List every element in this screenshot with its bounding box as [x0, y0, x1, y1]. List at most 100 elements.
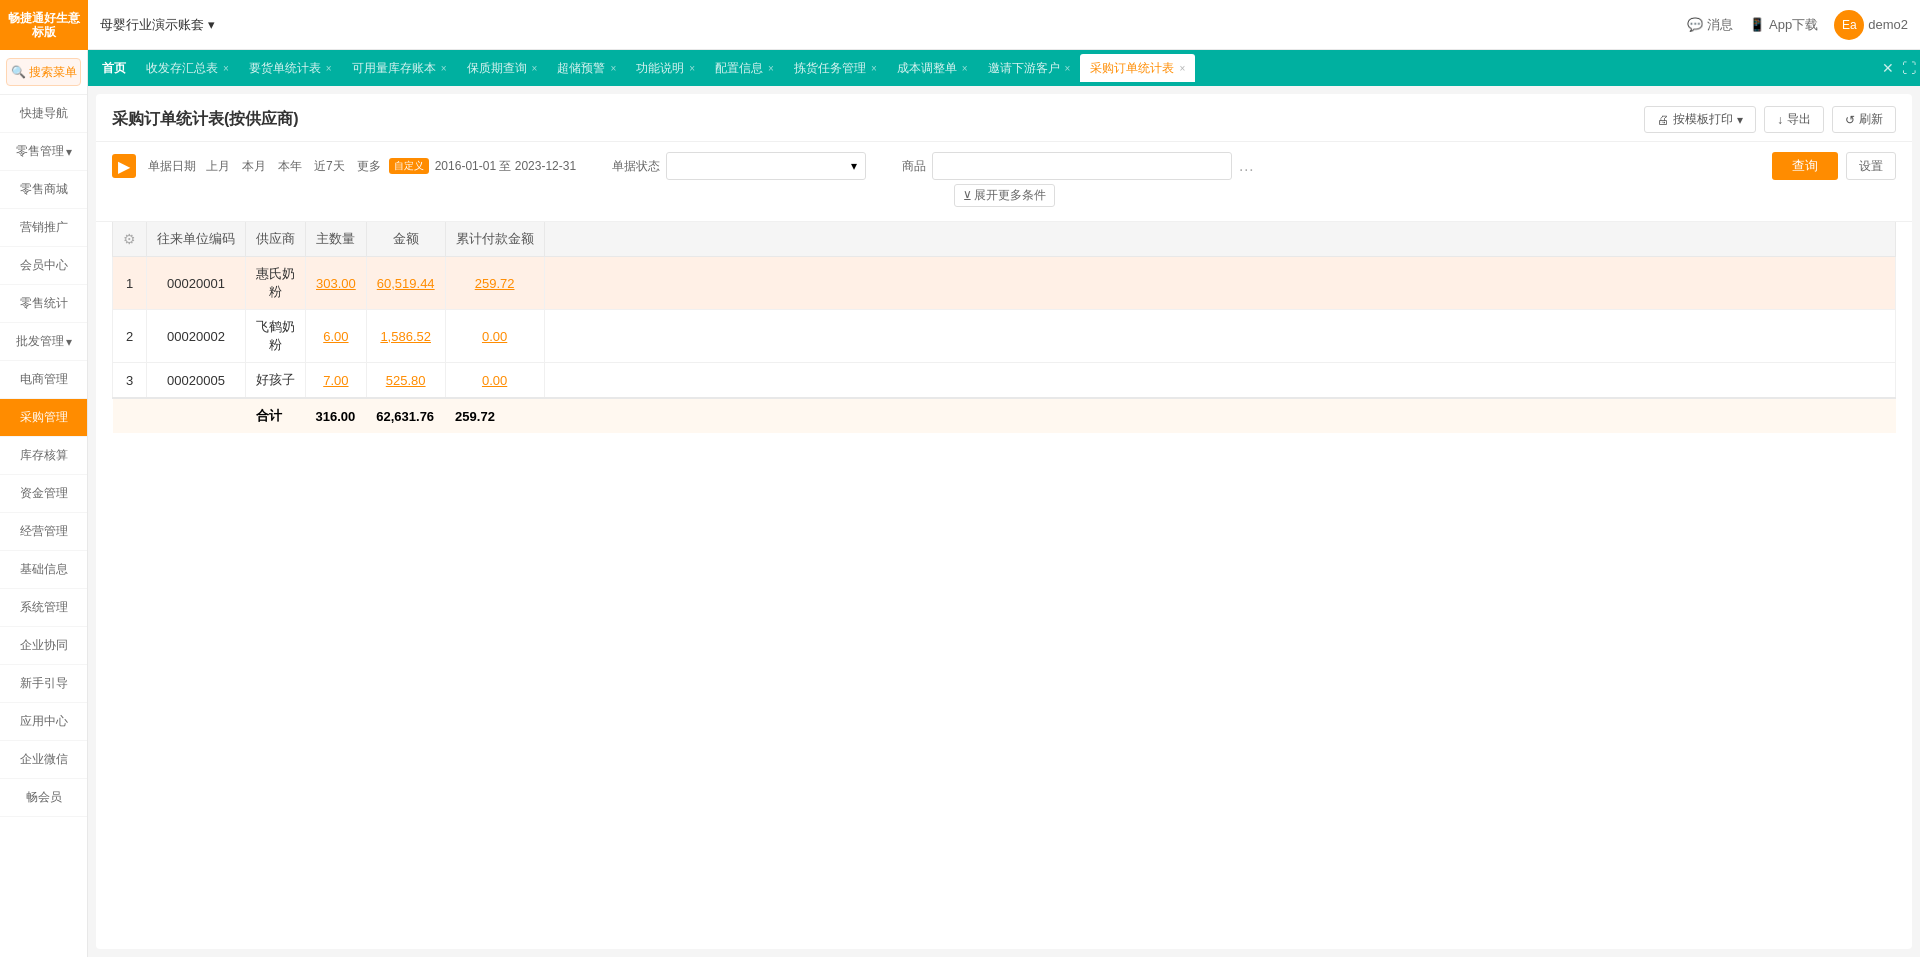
row-paid: 0.00	[445, 363, 544, 399]
expand-more-button[interactable]: ⊻ 展开更多条件	[954, 184, 1055, 207]
tab-home[interactable]: 首页	[92, 54, 136, 82]
print-button[interactable]: 🖨 按模板打印 ▾	[1644, 106, 1756, 133]
table-col-gear[interactable]: ⚙	[113, 222, 147, 257]
table-row[interactable]: 1 00020001 惠氏奶粉 303.00 60,519.44 259.72	[113, 257, 1896, 310]
tab-invite-downstream[interactable]: 邀请下游客户 ×	[978, 54, 1081, 82]
goods-more-icon[interactable]: …	[1238, 157, 1254, 175]
sidebar-item-purchase-mgmt[interactable]: 采购管理	[0, 399, 87, 437]
sidebar-item-retail-mall[interactable]: 零售商城	[0, 171, 87, 209]
tab-cost-adjust[interactable]: 成本调整单 ×	[887, 54, 978, 82]
tab-close-icon8[interactable]: ×	[871, 63, 877, 74]
tab-available-inventory[interactable]: 可用量库存账本 ×	[342, 54, 457, 82]
sidebar-item-wholesale-mgmt[interactable]: 批发管理▾	[0, 323, 87, 361]
table-row[interactable]: 3 00020005 好孩子 7.00 525.80 0.00	[113, 363, 1896, 399]
tab-close-icon7[interactable]: ×	[768, 63, 774, 74]
status-select[interactable]: ▾	[666, 152, 866, 180]
row-paid: 0.00	[445, 310, 544, 363]
table-col-quantity: 主数量	[306, 222, 367, 257]
sidebar-item-member[interactable]: 畅会员	[0, 779, 87, 817]
shortcut-this-month[interactable]: 本月	[238, 156, 270, 177]
table-body: 1 00020001 惠氏奶粉 303.00 60,519.44 259.72 …	[113, 257, 1896, 399]
page: 采购订单统计表(按供应商) 🖨 按模板打印 ▾ ↓ 导出 ↺ 刷新	[96, 94, 1912, 949]
date-shortcuts: 上月 本月 本年 近7天 更多 自定义	[202, 156, 429, 177]
tab-close-icon2[interactable]: ×	[326, 63, 332, 74]
goods-input[interactable]	[932, 152, 1232, 180]
setting-button[interactable]: 设置	[1846, 152, 1896, 180]
row-code: 00020002	[147, 310, 246, 363]
sidebar-item-retail-mgmt[interactable]: 零售管理▾	[0, 133, 87, 171]
sidebar-item-retail-stats[interactable]: 零售统计	[0, 285, 87, 323]
content-area: 采购订单统计表(按供应商) 🖨 按模板打印 ▾ ↓ 导出 ↺ 刷新	[88, 86, 1920, 957]
workspace-selector[interactable]: 母婴行业演示账套 ▾	[100, 16, 215, 34]
main-area: 母婴行业演示账套 ▾ 💬 消息 📱 App下载 Ea demo2 首页	[88, 0, 1920, 957]
shortcut-last-month[interactable]: 上月	[202, 156, 234, 177]
shortcut-more[interactable]: 更多	[353, 156, 385, 177]
message-icon: 💬	[1687, 17, 1703, 32]
tab-close-icon4[interactable]: ×	[532, 63, 538, 74]
sidebar-item-operations[interactable]: 经营管理	[0, 513, 87, 551]
sidebar-item-marketing[interactable]: 营销推广	[0, 209, 87, 247]
sidebar-item-system-mgmt[interactable]: 系统管理	[0, 589, 87, 627]
shortcut-this-year[interactable]: 本年	[274, 156, 306, 177]
tab-function-desc[interactable]: 功能说明 ×	[626, 54, 705, 82]
sidebar-item-enterprise-wechat[interactable]: 企业微信	[0, 741, 87, 779]
sidebar-item-ecommerce[interactable]: 电商管理	[0, 361, 87, 399]
row-amount: 1,586.52	[366, 310, 445, 363]
row-quantity: 7.00	[306, 363, 367, 399]
expand-more-area: ⊻ 展开更多条件	[112, 180, 1896, 211]
tab-close-icon3[interactable]: ×	[441, 63, 447, 74]
topbar-left: 母婴行业演示账套 ▾	[100, 16, 215, 34]
gear-icon[interactable]: ⚙	[123, 231, 136, 247]
table-col-extra	[544, 222, 1895, 257]
tabbar: 首页 收发存汇总表 × 要货单统计表 × 可用量库存账本 × 保质期查询 × 超…	[88, 50, 1920, 86]
query-button[interactable]: 查询	[1772, 152, 1838, 180]
tab-close-all-icon[interactable]: ✕	[1882, 60, 1894, 76]
search-icon: 🔍	[11, 65, 26, 79]
message-button[interactable]: 💬 消息	[1687, 16, 1733, 34]
table-container: ⚙ 往来单位编码 供应商 主数量 金额 累计付款金额 1	[96, 222, 1912, 949]
filter-toggle-button[interactable]: ▶	[112, 154, 136, 178]
user-avatar-area[interactable]: Ea demo2	[1834, 10, 1908, 40]
tab-config-info[interactable]: 配置信息 ×	[705, 54, 784, 82]
sidebar-item-basic-info[interactable]: 基础信息	[0, 551, 87, 589]
sidebar-item-quick-nav[interactable]: 快捷导航	[0, 95, 87, 133]
refresh-button[interactable]: ↺ 刷新	[1832, 106, 1896, 133]
sidebar: 畅捷通好生意标版 🔍 搜索菜单 快捷导航 零售管理▾ 零售商城 营销推广 会员中…	[0, 0, 88, 957]
tab-close-icon9[interactable]: ×	[962, 63, 968, 74]
shortcut-7days[interactable]: 近7天	[310, 156, 349, 177]
tab-close-icon10[interactable]: ×	[1065, 63, 1071, 74]
table-col-paid: 累计付款金额	[445, 222, 544, 257]
tab-close-icon11[interactable]: ×	[1179, 63, 1185, 74]
sidebar-item-enterprise-collab[interactable]: 企业协同	[0, 627, 87, 665]
sidebar-item-app-center[interactable]: 应用中心	[0, 703, 87, 741]
table-row[interactable]: 2 00020002 飞鹤奶粉 6.00 1,586.52 0.00	[113, 310, 1896, 363]
filter-area: ▶ 单据日期 上月 本月 本年 近7天 更多 自定义 20	[96, 142, 1912, 222]
sidebar-item-newbie-guide[interactable]: 新手引导	[0, 665, 87, 703]
app-download-button[interactable]: 📱 App下载	[1749, 16, 1818, 34]
app-logo-text: 畅捷通好生意标版	[8, 11, 80, 40]
row-index: 1	[113, 257, 147, 310]
sidebar-item-inventory[interactable]: 库存核算	[0, 437, 87, 475]
sidebar-item-finance[interactable]: 资金管理	[0, 475, 87, 513]
tab-overstock-warning[interactable]: 超储预警 ×	[547, 54, 626, 82]
table-col-amount: 金额	[366, 222, 445, 257]
tab-order-stats[interactable]: 要货单统计表 ×	[239, 54, 342, 82]
app-logo: 畅捷通好生意标版	[0, 0, 88, 50]
row-code: 00020001	[147, 257, 246, 310]
export-button[interactable]: ↓ 导出	[1764, 106, 1824, 133]
tab-receive-summary[interactable]: 收发存汇总表 ×	[136, 54, 239, 82]
date-filter: 单据日期 上月 本月 本年 近7天 更多 自定义 2016-01-01 至 20…	[148, 156, 576, 177]
tab-purchase-order-stats[interactable]: 采购订单统计表 ×	[1080, 54, 1195, 82]
sidebar-item-member-center[interactable]: 会员中心	[0, 247, 87, 285]
tab-pick-task[interactable]: 拣货任务管理 ×	[784, 54, 887, 82]
tab-close-icon6[interactable]: ×	[689, 63, 695, 74]
tab-close-icon[interactable]: ×	[223, 63, 229, 74]
row-supplier: 好孩子	[246, 363, 306, 399]
row-quantity: 303.00	[306, 257, 367, 310]
search-menu-button[interactable]: 🔍 搜索菜单	[6, 58, 81, 86]
phone-icon: 📱	[1749, 17, 1765, 32]
tab-expand-icon[interactable]: ⛶	[1902, 60, 1916, 76]
tab-expiry-query[interactable]: 保质期查询 ×	[457, 54, 548, 82]
tab-close-icon5[interactable]: ×	[610, 63, 616, 74]
filter-actions: 查询 设置	[1772, 152, 1896, 180]
